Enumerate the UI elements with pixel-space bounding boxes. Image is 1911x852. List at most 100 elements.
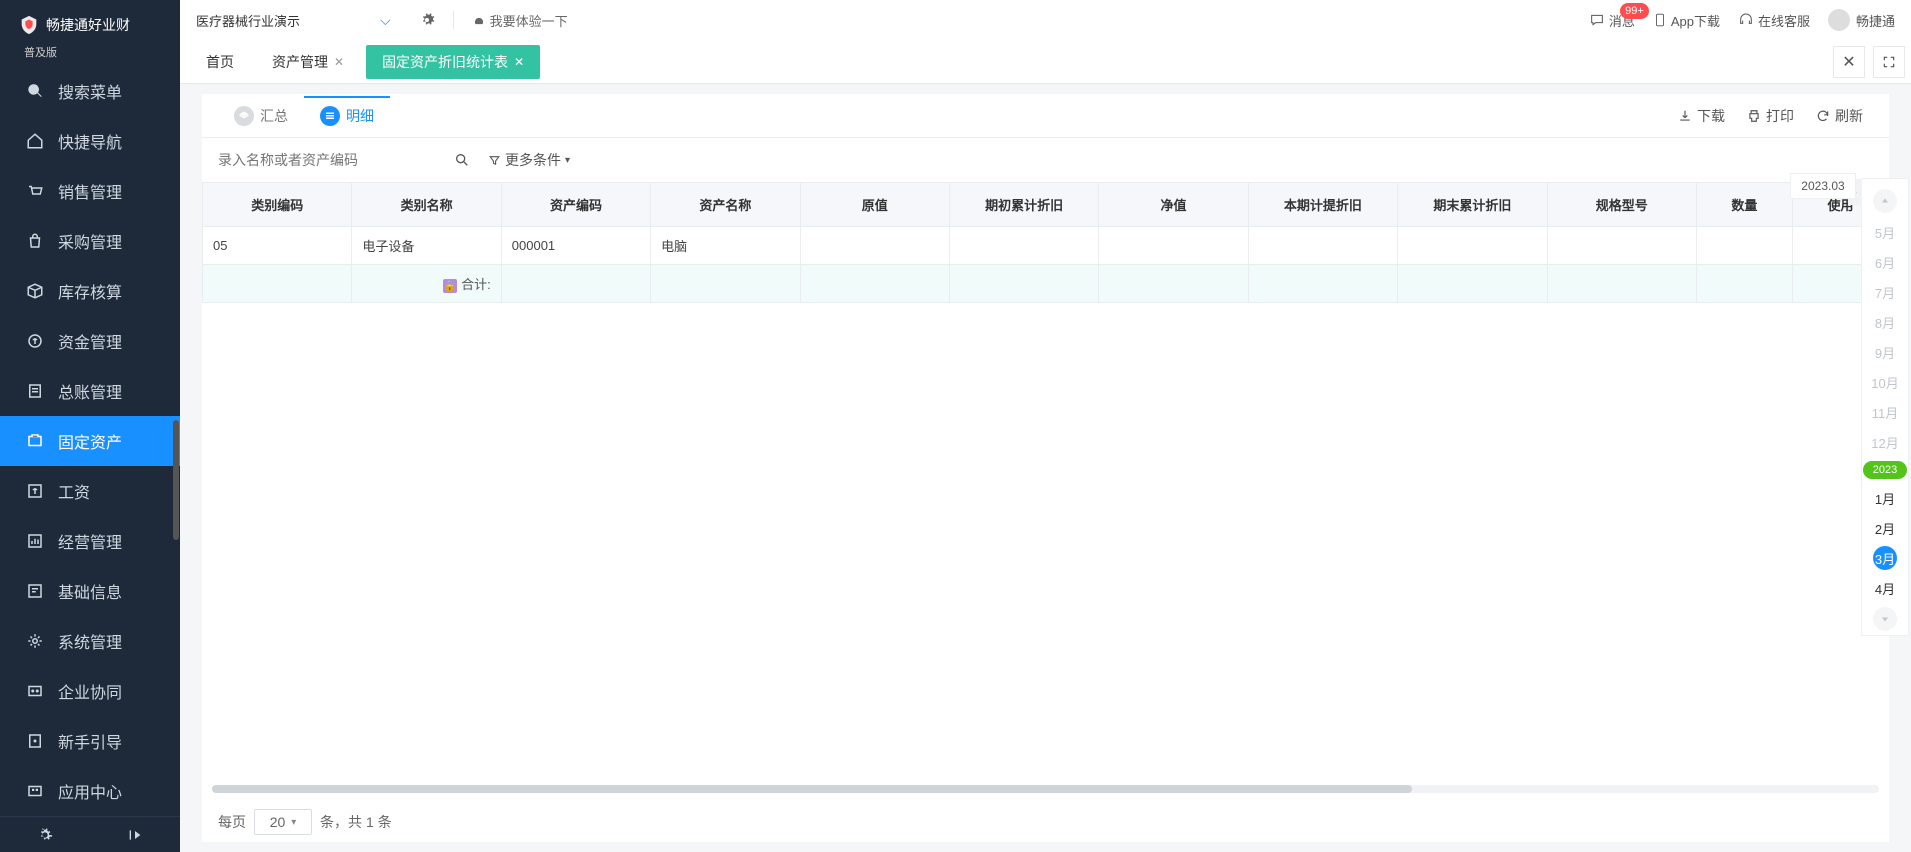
- settings-gear[interactable]: [419, 12, 435, 28]
- logo: 畅捷通好业财: [0, 0, 180, 50]
- close-icon[interactable]: ✕: [334, 55, 344, 69]
- table-header[interactable]: 资产编码: [501, 183, 650, 227]
- search-input[interactable]: [218, 152, 448, 168]
- subtab-detail-label: 明细: [346, 106, 374, 126]
- table-cell: 05: [203, 227, 352, 265]
- app-label: App下载: [1671, 11, 1720, 30]
- sidebar-item-asset[interactable]: 固定资产: [0, 416, 180, 466]
- message-button[interactable]: 消息 99+: [1589, 11, 1635, 30]
- user-menu[interactable]: 畅捷通: [1828, 9, 1895, 31]
- search-icon: [26, 82, 44, 100]
- horizontal-scrollbar[interactable]: [212, 782, 1879, 796]
- sidebar-item-guide[interactable]: 新手引导: [0, 716, 180, 766]
- sidebar-item-bag[interactable]: 采购管理: [0, 216, 180, 266]
- sidebar-scroll-thumb[interactable]: [173, 420, 179, 540]
- sidebar-item-sys[interactable]: 系统管理: [0, 616, 180, 666]
- sidebar-item-ledger[interactable]: 总账管理: [0, 366, 180, 416]
- tabs-bar: 首页资产管理✕固定资产折旧统计表✕ ✕: [180, 40, 1911, 84]
- page-size-select[interactable]: 20 ▾: [254, 809, 312, 835]
- table-header[interactable]: 原值: [800, 183, 949, 227]
- table-header[interactable]: 资产名称: [651, 183, 800, 227]
- sidebar-item-search[interactable]: 搜索菜单: [0, 66, 180, 116]
- subtab-detail[interactable]: 明细: [304, 96, 390, 134]
- sidebar-item-wage[interactable]: 工资: [0, 466, 180, 516]
- timeline-down-button[interactable]: [1873, 607, 1897, 631]
- timeline-month[interactable]: 5月: [1862, 217, 1908, 247]
- close-icon[interactable]: ✕: [514, 55, 524, 69]
- subtab-summary[interactable]: 汇总: [218, 97, 304, 135]
- tab[interactable]: 固定资产折旧统计表✕: [366, 45, 540, 79]
- table-cell: [1398, 265, 1547, 303]
- tab-label: 资产管理: [272, 52, 328, 72]
- download-button[interactable]: 下载: [1678, 106, 1725, 126]
- table-header[interactable]: 期末累计折旧: [1398, 183, 1547, 227]
- timeline-month[interactable]: 11月: [1862, 397, 1908, 427]
- timeline-month[interactable]: 4月: [1862, 573, 1908, 603]
- sidebar-item-label: 库存核算: [58, 279, 122, 303]
- asset-icon: [26, 432, 44, 450]
- search-icon[interactable]: [454, 152, 470, 168]
- tab[interactable]: 资产管理 ✕: [256, 45, 360, 79]
- wage-icon: [26, 482, 44, 500]
- fullscreen-button[interactable]: [1873, 46, 1905, 78]
- sidebar-item-apps[interactable]: 应用中心: [0, 766, 180, 816]
- tab[interactable]: 首页: [190, 45, 250, 79]
- main: 医疗器械行业演示 ⌵ 我要体验一下 消息 99+ App下载 在线客服: [180, 0, 1911, 852]
- sidebar-item-collab[interactable]: 企业协同: [0, 666, 180, 716]
- sidebar-item-home[interactable]: 快捷导航: [0, 116, 180, 166]
- table-header[interactable]: 净值: [1099, 183, 1248, 227]
- sidebar-item-label: 经营管理: [58, 529, 122, 553]
- org-selector[interactable]: 医疗器械行业演示 ⌵: [196, 11, 391, 30]
- app-download-button[interactable]: App下载: [1653, 11, 1720, 30]
- logo-icon: [18, 14, 40, 36]
- current-period-label[interactable]: 2023.03: [1790, 173, 1856, 199]
- timeline-month[interactable]: 3月: [1862, 543, 1908, 573]
- table-row[interactable]: 05电子设备000001电脑: [203, 227, 1889, 265]
- timeline-month[interactable]: 2月: [1862, 513, 1908, 543]
- timeline-month[interactable]: 7月: [1862, 277, 1908, 307]
- timeline-month[interactable]: 8月: [1862, 307, 1908, 337]
- table-cell: [651, 265, 800, 303]
- close-all-tabs-button[interactable]: ✕: [1833, 46, 1865, 78]
- try-button[interactable]: 我要体验一下: [472, 11, 568, 30]
- print-button[interactable]: 打印: [1747, 106, 1794, 126]
- table-cell: [1696, 227, 1792, 265]
- edition-label: 普及版: [0, 44, 180, 60]
- sidebar-item-biz[interactable]: 经营管理: [0, 516, 180, 566]
- scroll-thumb[interactable]: [212, 785, 1412, 793]
- settings-button[interactable]: [0, 827, 90, 843]
- layers-icon: [234, 106, 254, 126]
- refresh-button[interactable]: 刷新: [1816, 106, 1863, 126]
- pager-tail-b: 条: [378, 812, 392, 832]
- table-header[interactable]: 类别名称: [352, 183, 501, 227]
- page-size-value: 20: [270, 814, 286, 830]
- service-button[interactable]: 在线客服: [1738, 11, 1810, 30]
- table-cell: [1547, 227, 1696, 265]
- sidebar-item-info[interactable]: 基础信息: [0, 566, 180, 616]
- timeline-up-button[interactable]: [1873, 189, 1897, 213]
- sidebar-scrollbar[interactable]: [172, 60, 180, 812]
- sidebar-item-money[interactable]: 资金管理: [0, 316, 180, 366]
- table-cell: [203, 265, 352, 303]
- more-filters-button[interactable]: 更多条件 ▾: [488, 150, 570, 170]
- lock-icon: 🔒: [443, 279, 457, 293]
- logo-text: 畅捷通好业财: [46, 15, 130, 35]
- table-header[interactable]: 本期计提折旧: [1248, 183, 1397, 227]
- sidebar-item-box[interactable]: 库存核算: [0, 266, 180, 316]
- timeline-month[interactable]: 12月: [1862, 427, 1908, 457]
- download-label: 下载: [1697, 106, 1725, 126]
- print-label: 打印: [1766, 106, 1794, 126]
- timeline-month[interactable]: 9月: [1862, 337, 1908, 367]
- ledger-icon: [26, 382, 44, 400]
- table-header[interactable]: 规格型号: [1547, 183, 1696, 227]
- timeline-month[interactable]: 10月: [1862, 367, 1908, 397]
- table-header[interactable]: 期初累计折旧: [949, 183, 1098, 227]
- table-cell: [949, 227, 1098, 265]
- timeline-month[interactable]: 1月: [1862, 483, 1908, 513]
- table-header[interactable]: 类别编码: [203, 183, 352, 227]
- table-header[interactable]: 数量: [1696, 183, 1792, 227]
- sidebar-item-cart[interactable]: 销售管理: [0, 166, 180, 216]
- table-cell: 电脑: [651, 227, 800, 265]
- collapse-button[interactable]: [90, 827, 180, 843]
- timeline-month[interactable]: 6月: [1862, 247, 1908, 277]
